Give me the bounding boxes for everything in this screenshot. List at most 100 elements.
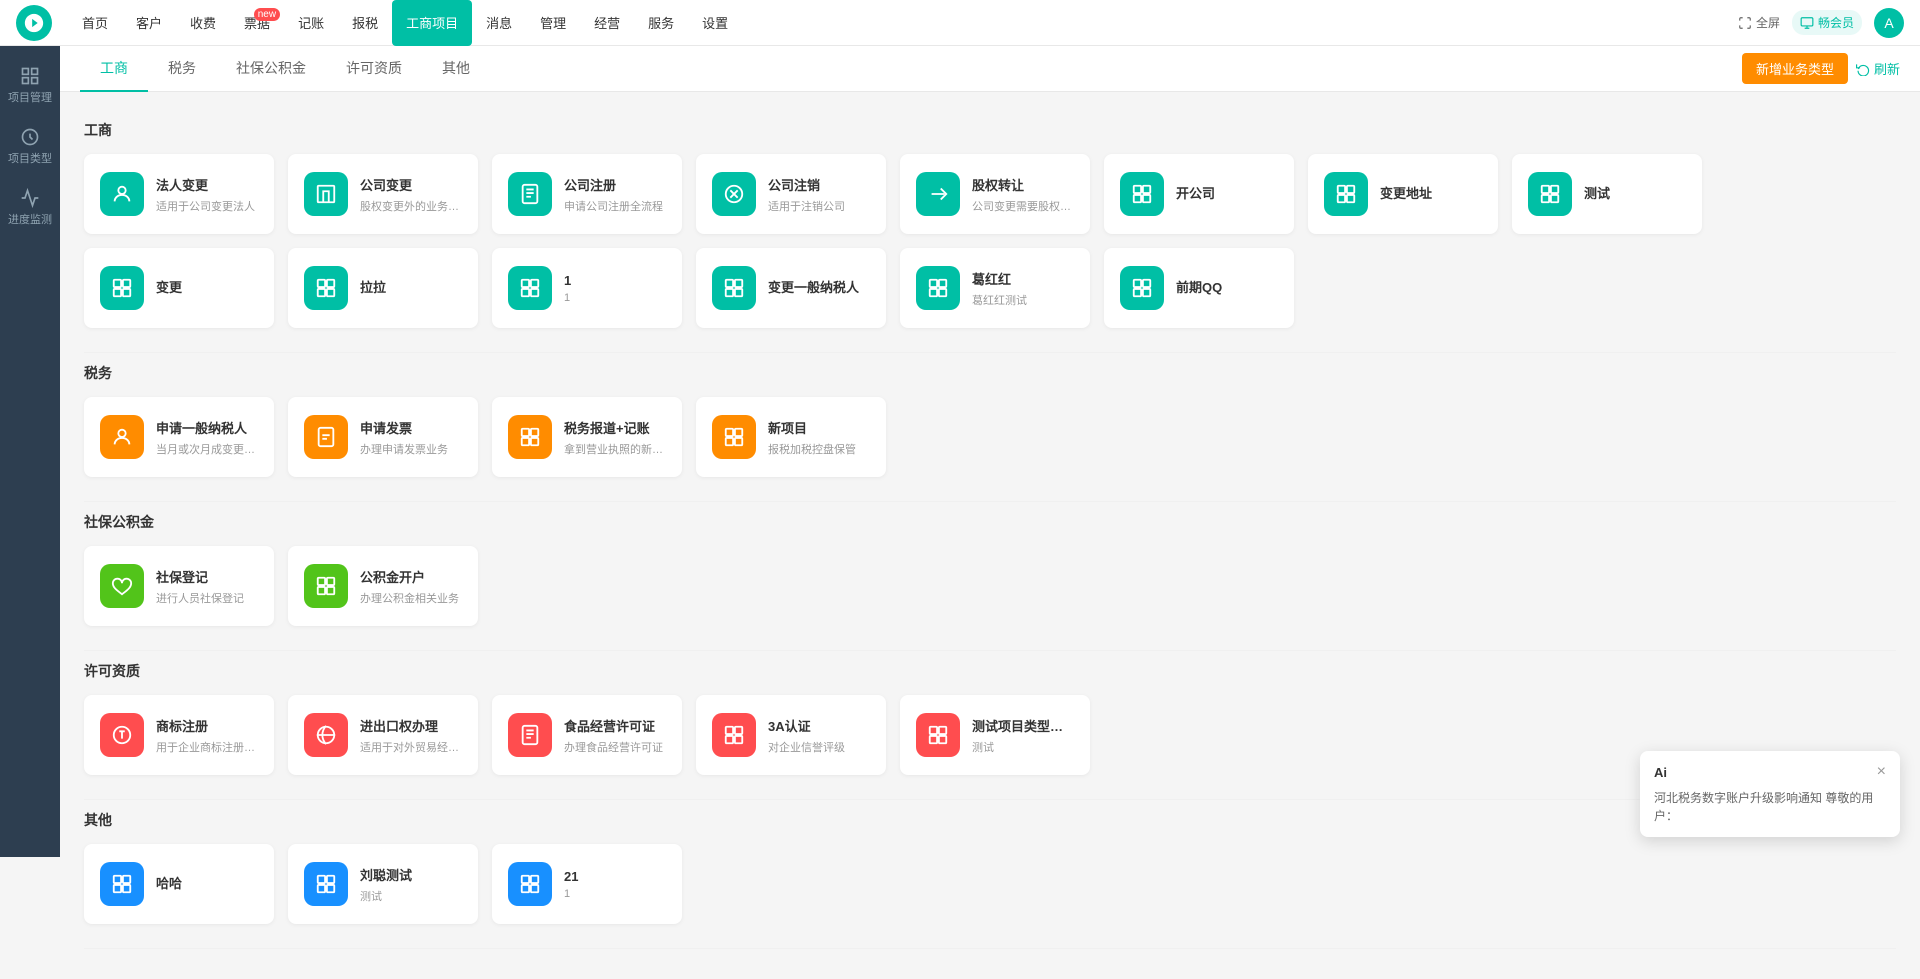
card-公司变更[interactable]: 公司变更股权变更外的业务变更 bbox=[288, 154, 478, 234]
card-进出口权办理[interactable]: 进出口权办理适用于对外贸易经营者 bbox=[288, 695, 478, 775]
card-21[interactable]: 211 bbox=[492, 844, 682, 924]
card-拉拉[interactable]: 拉拉 bbox=[288, 248, 478, 328]
card-desc-label: 股权变更外的业务变更 bbox=[360, 198, 462, 214]
card-text-进出口权办理: 进出口权办理适用于对外贸易经营者 bbox=[360, 716, 462, 755]
card-变更[interactable]: 变更 bbox=[84, 248, 274, 328]
card-新项目[interactable]: 新项目报税加税控盘保管 bbox=[696, 397, 886, 477]
card-desc-label: 拿到营业执照的新公司 bbox=[564, 441, 666, 457]
card-title-label: 变更地址 bbox=[1380, 183, 1482, 202]
sidebar-item-项目类型[interactable]: 项目类型 bbox=[0, 115, 60, 176]
sidebar: 项目管理项目类型进度监测 bbox=[0, 46, 60, 857]
add-type-button[interactable]: 新增业务类型 bbox=[1742, 53, 1848, 84]
nav-item-票据[interactable]: 票据new bbox=[230, 0, 284, 46]
nav-item-工商项目[interactable]: 工商项目 bbox=[392, 0, 472, 46]
nav-item-收费[interactable]: 收费 bbox=[176, 0, 230, 46]
card-title-label: 申请一般纳税人 bbox=[156, 418, 258, 437]
social-icon bbox=[100, 564, 144, 608]
sidebar-item-进度监测[interactable]: 进度监测 bbox=[0, 176, 60, 237]
card-公司注册[interactable]: 公司注册申请公司注册全流程 bbox=[492, 154, 682, 234]
cert-icon bbox=[712, 713, 756, 757]
sub-tabs-right: 新增业务类型 刷新 bbox=[1742, 53, 1900, 84]
card-测试[interactable]: 测试 bbox=[1512, 154, 1702, 234]
sub-tab-工商[interactable]: 工商 bbox=[80, 46, 148, 92]
notif-close-button[interactable]: × bbox=[1877, 763, 1886, 781]
card-税务报道+记账[interactable]: 税务报道+记账拿到营业执照的新公司 bbox=[492, 397, 682, 477]
card-申请一般纳税人[interactable]: 申请一般纳税人当月或次月成变更完成 bbox=[84, 397, 274, 477]
card-desc-label: 报税加税控盘保管 bbox=[768, 441, 870, 457]
card-公积金开户[interactable]: 公积金开户办理公积金相关业务 bbox=[288, 546, 478, 626]
notif-body: 河北税务数字账户升级影响通知 尊敬的用户： bbox=[1654, 789, 1886, 825]
card-desc-label: 办理食品经营许可证 bbox=[564, 739, 666, 755]
nav-item-记账[interactable]: 记账 bbox=[284, 0, 338, 46]
card-3A认证[interactable]: 3A认证对企业信誉评级 bbox=[696, 695, 886, 775]
nav-item-经营[interactable]: 经营 bbox=[580, 0, 634, 46]
card-刘聪测试[interactable]: 刘聪测试测试 bbox=[288, 844, 478, 924]
card-测试项目类型目定义[interactable]: 测试项目类型目定义测试 bbox=[900, 695, 1090, 775]
main-content: 工商税务社保公积金许可资质其他 新增业务类型 刷新 工商法人变更适用于公司变更法… bbox=[60, 46, 1920, 979]
card-title-label: 公司注册 bbox=[564, 175, 666, 194]
card-法人变更[interactable]: 法人变更适用于公司变更法人 bbox=[84, 154, 274, 234]
card-公司注销[interactable]: 公司注销适用于注销公司 bbox=[696, 154, 886, 234]
card-变更一般纳税人[interactable]: 变更一般纳税人 bbox=[696, 248, 886, 328]
nav-item-首页[interactable]: 首页 bbox=[68, 0, 122, 46]
member-label: 畅会员 bbox=[1818, 14, 1854, 31]
card-前期QQ[interactable]: 前期QQ bbox=[1104, 248, 1294, 328]
refresh-button[interactable]: 刷新 bbox=[1856, 59, 1900, 78]
card-食品经营许可证[interactable]: 食品经营许可证办理食品经营许可证 bbox=[492, 695, 682, 775]
nav-item-报税[interactable]: 报税 bbox=[338, 0, 392, 46]
notif-header: Ai × bbox=[1654, 763, 1886, 781]
member-button[interactable]: 畅会员 bbox=[1792, 10, 1862, 35]
logo[interactable] bbox=[16, 5, 52, 41]
card-title-label: 申请发票 bbox=[360, 418, 462, 437]
card-1[interactable]: 11 bbox=[492, 248, 682, 328]
section-title-许可资质: 许可资质 bbox=[84, 661, 1896, 681]
avatar[interactable]: A bbox=[1874, 8, 1904, 38]
card-title-label: 食品经营许可证 bbox=[564, 716, 666, 735]
trademark-icon bbox=[100, 713, 144, 757]
card-开公司[interactable]: 开公司 bbox=[1104, 154, 1294, 234]
card-text-公司注销: 公司注销适用于注销公司 bbox=[768, 175, 870, 214]
card-葛红红[interactable]: 葛红红葛红红测试 bbox=[900, 248, 1090, 328]
nav-item-设置[interactable]: 设置 bbox=[688, 0, 742, 46]
tax-person-icon bbox=[100, 415, 144, 459]
card-申请发票[interactable]: 申请发票办理申请发票业务 bbox=[288, 397, 478, 477]
grid-icon bbox=[18, 64, 42, 88]
sub-tab-税务[interactable]: 税务 bbox=[148, 46, 216, 92]
invoice-icon bbox=[304, 415, 348, 459]
test-type-icon bbox=[916, 713, 960, 757]
card-text-食品经营许可证: 食品经营许可证办理食品经营许可证 bbox=[564, 716, 666, 755]
sub-tab-社保公积金[interactable]: 社保公积金 bbox=[216, 46, 326, 92]
nav-item-消息[interactable]: 消息 bbox=[472, 0, 526, 46]
section-divider bbox=[84, 650, 1896, 651]
fullscreen-button[interactable]: 全屏 bbox=[1738, 14, 1780, 31]
card-社保登记[interactable]: 社保登记进行人员社保登记 bbox=[84, 546, 274, 626]
notification-panel: Ai × 河北税务数字账户升级影响通知 尊敬的用户： bbox=[1640, 751, 1900, 837]
card-哈哈[interactable]: 哈哈 bbox=[84, 844, 274, 924]
card-title-label: 新项目 bbox=[768, 418, 870, 437]
sub-tab-许可资质[interactable]: 许可资质 bbox=[326, 46, 422, 92]
card-title-label: 股权转让 bbox=[972, 175, 1074, 194]
card-desc-label: 办理公积金相关业务 bbox=[360, 590, 462, 606]
nav-item-服务[interactable]: 服务 bbox=[634, 0, 688, 46]
card-text-拉拉: 拉拉 bbox=[360, 277, 462, 300]
cancel-icon bbox=[712, 172, 756, 216]
card-变更地址[interactable]: 变更地址 bbox=[1308, 154, 1498, 234]
card-desc-label: 对企业信誉评级 bbox=[768, 739, 870, 755]
card-title-label: 商标注册 bbox=[156, 716, 258, 735]
card-商标注册[interactable]: 商标注册用于企业商标注册服务 bbox=[84, 695, 274, 775]
card-title-label: 21 bbox=[564, 869, 666, 884]
num-icon bbox=[508, 862, 552, 906]
card-股权转让[interactable]: 股权转让公司变更需要股权转让 bbox=[900, 154, 1090, 234]
card-text-1: 11 bbox=[564, 273, 666, 304]
card-text-公司注册: 公司注册申请公司注册全流程 bbox=[564, 175, 666, 214]
sub-tab-其他[interactable]: 其他 bbox=[422, 46, 490, 92]
section-title-社保公积金: 社保公积金 bbox=[84, 512, 1896, 532]
sidebar-item-项目管理[interactable]: 项目管理 bbox=[0, 54, 60, 115]
import-export-icon bbox=[304, 713, 348, 757]
card-text-测试项目类型目定义: 测试项目类型目定义测试 bbox=[972, 716, 1074, 755]
monitor-icon bbox=[18, 186, 42, 210]
nav-item-管理[interactable]: 管理 bbox=[526, 0, 580, 46]
section-divider bbox=[84, 948, 1896, 949]
nav-item-客户[interactable]: 客户 bbox=[122, 0, 176, 46]
card-desc-label: 葛红红测试 bbox=[972, 292, 1074, 308]
